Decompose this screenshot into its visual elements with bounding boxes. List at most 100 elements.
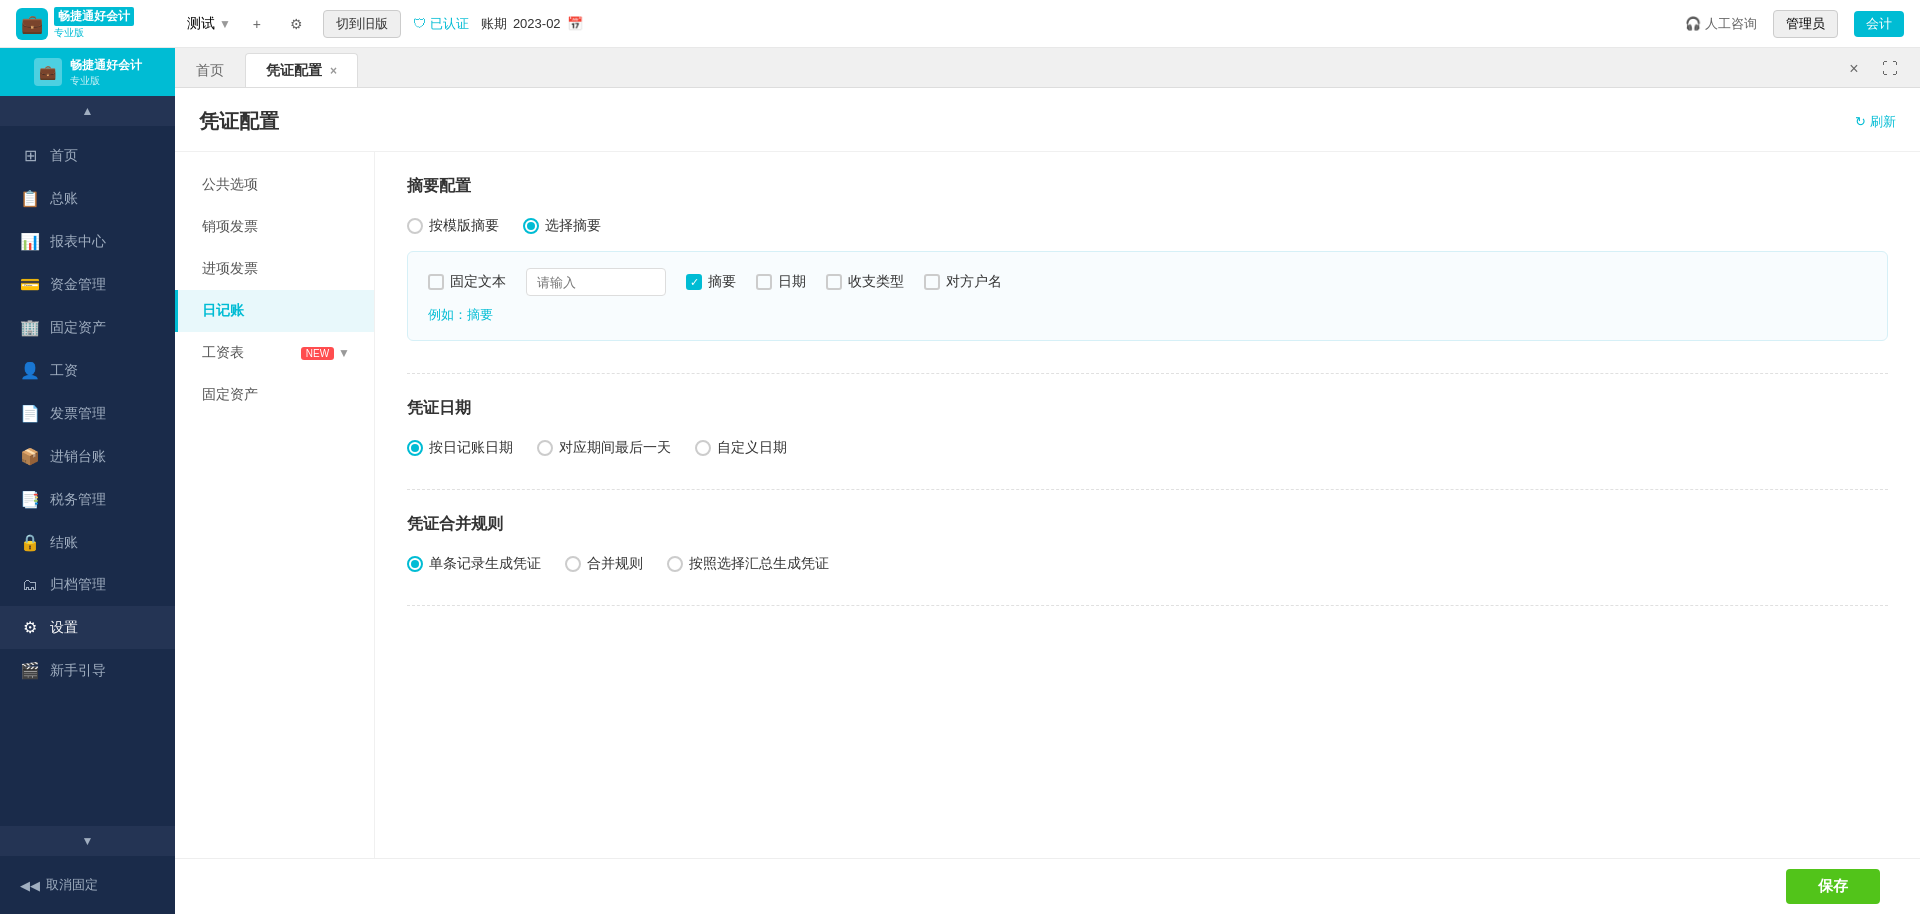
summary-checkbox[interactable] [686, 274, 702, 290]
merge-option-single[interactable]: 单条记录生成凭证 [407, 555, 541, 573]
summary-checkbox-row: 固定文本 摘要 日期 [428, 268, 1867, 296]
left-nav-purchase-invoice[interactable]: 进项发票 [175, 248, 374, 290]
sidebar-item-guide[interactable]: 🎬 新手引导 [0, 649, 175, 692]
sidebar-item-archive[interactable]: 🗂 归档管理 [0, 564, 175, 606]
home-icon: ⊞ [20, 146, 40, 165]
single-radio[interactable] [407, 556, 423, 572]
fund-icon: 💳 [20, 275, 40, 294]
fixed-text-checkbox-item[interactable]: 固定文本 [428, 273, 506, 291]
summary-radio-group: 按模版摘要 选择摘要 [407, 217, 1888, 235]
sidebar-item-salary-label: 工资 [50, 362, 78, 380]
counterparty-checkbox[interactable] [924, 274, 940, 290]
divider-2 [407, 489, 1888, 490]
custom-date-radio[interactable] [695, 440, 711, 456]
sidebar-item-sales[interactable]: 📦 进销台账 [0, 435, 175, 478]
sidebar-item-closing[interactable]: 🔒 结账 [0, 521, 175, 564]
left-nav-payroll[interactable]: 工资表 NEW ▼ [175, 332, 374, 374]
left-nav-fixed-asset[interactable]: 固定资产 [175, 374, 374, 416]
cancel-fixed-label: 取消固定 [46, 876, 98, 894]
sidebar-logo: 💼 畅捷通好会计 专业版 [0, 48, 175, 96]
sidebar-item-fund[interactable]: 💳 资金管理 [0, 263, 175, 306]
refresh-icon: ↻ [1855, 114, 1866, 129]
sidebar-item-salary[interactable]: 👤 工资 [0, 349, 175, 392]
tab-voucher-config[interactable]: 凭证配置 × [245, 53, 358, 87]
refresh-button[interactable]: ↻ 刷新 [1855, 113, 1896, 131]
left-nav-diary[interactable]: 日记账 [175, 290, 374, 332]
summary-section: 摘要配置 按模版摘要 选择摘要 [407, 176, 1888, 341]
sidebar-item-home[interactable]: ⊞ 首页 [0, 134, 175, 177]
sidebar-logo-text: 畅捷通好会计 [70, 57, 142, 74]
sidebar-item-report-label: 报表中心 [50, 233, 106, 251]
certified-badge: 🛡 已认证 [413, 15, 469, 33]
new-badge: NEW [301, 347, 334, 360]
income-type-checkbox-item[interactable]: 收支类型 [826, 273, 904, 291]
summary-select-radio[interactable] [523, 218, 539, 234]
date-checkbox[interactable] [756, 274, 772, 290]
merge-radio-group: 单条记录生成凭证 合并规则 按照选择汇总生成凭证 [407, 555, 1888, 573]
merge-option-selection[interactable]: 按照选择汇总生成凭证 [667, 555, 829, 573]
cancel-fixed-button[interactable]: ◀◀ 取消固定 [0, 866, 175, 904]
merge-rule-radio[interactable] [565, 556, 581, 572]
user-button[interactable]: 管理员 [1773, 10, 1838, 38]
project-name: 测试 [187, 15, 215, 33]
dropdown-icon[interactable]: ▼ [219, 17, 231, 31]
sidebar-item-ledger[interactable]: 📋 总账 [0, 177, 175, 220]
summary-template-radio[interactable] [407, 218, 423, 234]
left-nav-sales-invoice[interactable]: 销项发票 [175, 206, 374, 248]
accountant-button[interactable]: 会计 [1854, 11, 1904, 37]
sidebar-scroll-up[interactable]: ▲ [0, 96, 175, 126]
fullscreen-button[interactable]: ⛶ [1876, 55, 1904, 83]
date-section-title: 凭证日期 [407, 398, 1888, 419]
settings-button[interactable]: ⚙ [283, 10, 311, 38]
sidebar-item-sales-label: 进销台账 [50, 448, 106, 466]
sidebar: 💼 畅捷通好会计 专业版 ▲ ⊞ 首页 📋 总账 📊 报表中心 💳 资金管 [0, 48, 175, 914]
tab-bar-actions: × ⛶ [1840, 55, 1920, 87]
sidebar-item-tax[interactable]: 📑 税务管理 [0, 478, 175, 521]
sidebar-item-report[interactable]: 📊 报表中心 [0, 220, 175, 263]
page-content: 凭证配置 ↻ 刷新 公共选项 销项发票 进项发票 [175, 88, 1920, 914]
calendar-icon[interactable]: 📅 [567, 16, 583, 31]
period-value: 2023-02 [513, 16, 561, 31]
by-selection-radio[interactable] [667, 556, 683, 572]
date-option-last-day[interactable]: 对应期间最后一天 [537, 439, 671, 457]
add-button[interactable]: + [243, 10, 271, 38]
sales-icon: 📦 [20, 447, 40, 466]
content-area: 首页 凭证配置 × × ⛶ 凭证配置 ↻ 刷新 [175, 48, 1920, 914]
summary-option-select[interactable]: 选择摘要 [523, 217, 601, 235]
date-option-diary[interactable]: 按日记账日期 [407, 439, 513, 457]
sidebar-item-settings[interactable]: ⚙ 设置 [0, 606, 175, 649]
sidebar-item-settings-label: 设置 [50, 619, 78, 637]
guide-icon: 🎬 [20, 661, 40, 680]
sidebar-item-asset[interactable]: 🏢 固定资产 [0, 306, 175, 349]
switch-old-version-button[interactable]: 切到旧版 [323, 10, 401, 38]
date-option-custom[interactable]: 自定义日期 [695, 439, 787, 457]
top-header: 💼 畅捷通好会计 专业版 测试 ▼ + ⚙ 切到旧版 🛡 已认证 账期 2023… [0, 0, 1920, 48]
tab-voucher-config-label: 凭证配置 [266, 62, 322, 80]
left-nav-common[interactable]: 公共选项 [175, 164, 374, 206]
income-type-checkbox[interactable] [826, 274, 842, 290]
fixed-text-input[interactable] [526, 268, 666, 296]
archive-icon: 🗂 [20, 576, 40, 594]
sidebar-item-invoice[interactable]: 📄 发票管理 [0, 392, 175, 435]
tab-home[interactable]: 首页 [175, 53, 245, 87]
page-title: 凭证配置 [199, 108, 279, 135]
counterparty-checkbox-item[interactable]: 对方户名 [924, 273, 1002, 291]
ledger-icon: 📋 [20, 189, 40, 208]
fixed-text-checkbox[interactable] [428, 274, 444, 290]
save-button[interactable]: 保存 [1786, 869, 1880, 904]
tab-close-icon[interactable]: × [330, 64, 337, 78]
example-text: 例如：摘要 [428, 306, 1867, 324]
sidebar-scroll-down[interactable]: ▼ [0, 826, 175, 856]
settings-icon: ⚙ [20, 618, 40, 637]
last-day-radio[interactable] [537, 440, 553, 456]
date-radio-group: 按日记账日期 对应期间最后一天 自定义日期 [407, 439, 1888, 457]
summary-option-template[interactable]: 按模版摘要 [407, 217, 499, 235]
closing-icon: 🔒 [20, 533, 40, 552]
close-window-button[interactable]: × [1840, 55, 1868, 83]
summary-checkbox-item[interactable]: 摘要 [686, 273, 736, 291]
merge-option-rule[interactable]: 合并规则 [565, 555, 643, 573]
project-selector[interactable]: 测试 ▼ [187, 15, 231, 33]
date-checkbox-item[interactable]: 日期 [756, 273, 806, 291]
consult-button[interactable]: 🎧 人工咨询 [1685, 15, 1757, 33]
diary-date-radio[interactable] [407, 440, 423, 456]
